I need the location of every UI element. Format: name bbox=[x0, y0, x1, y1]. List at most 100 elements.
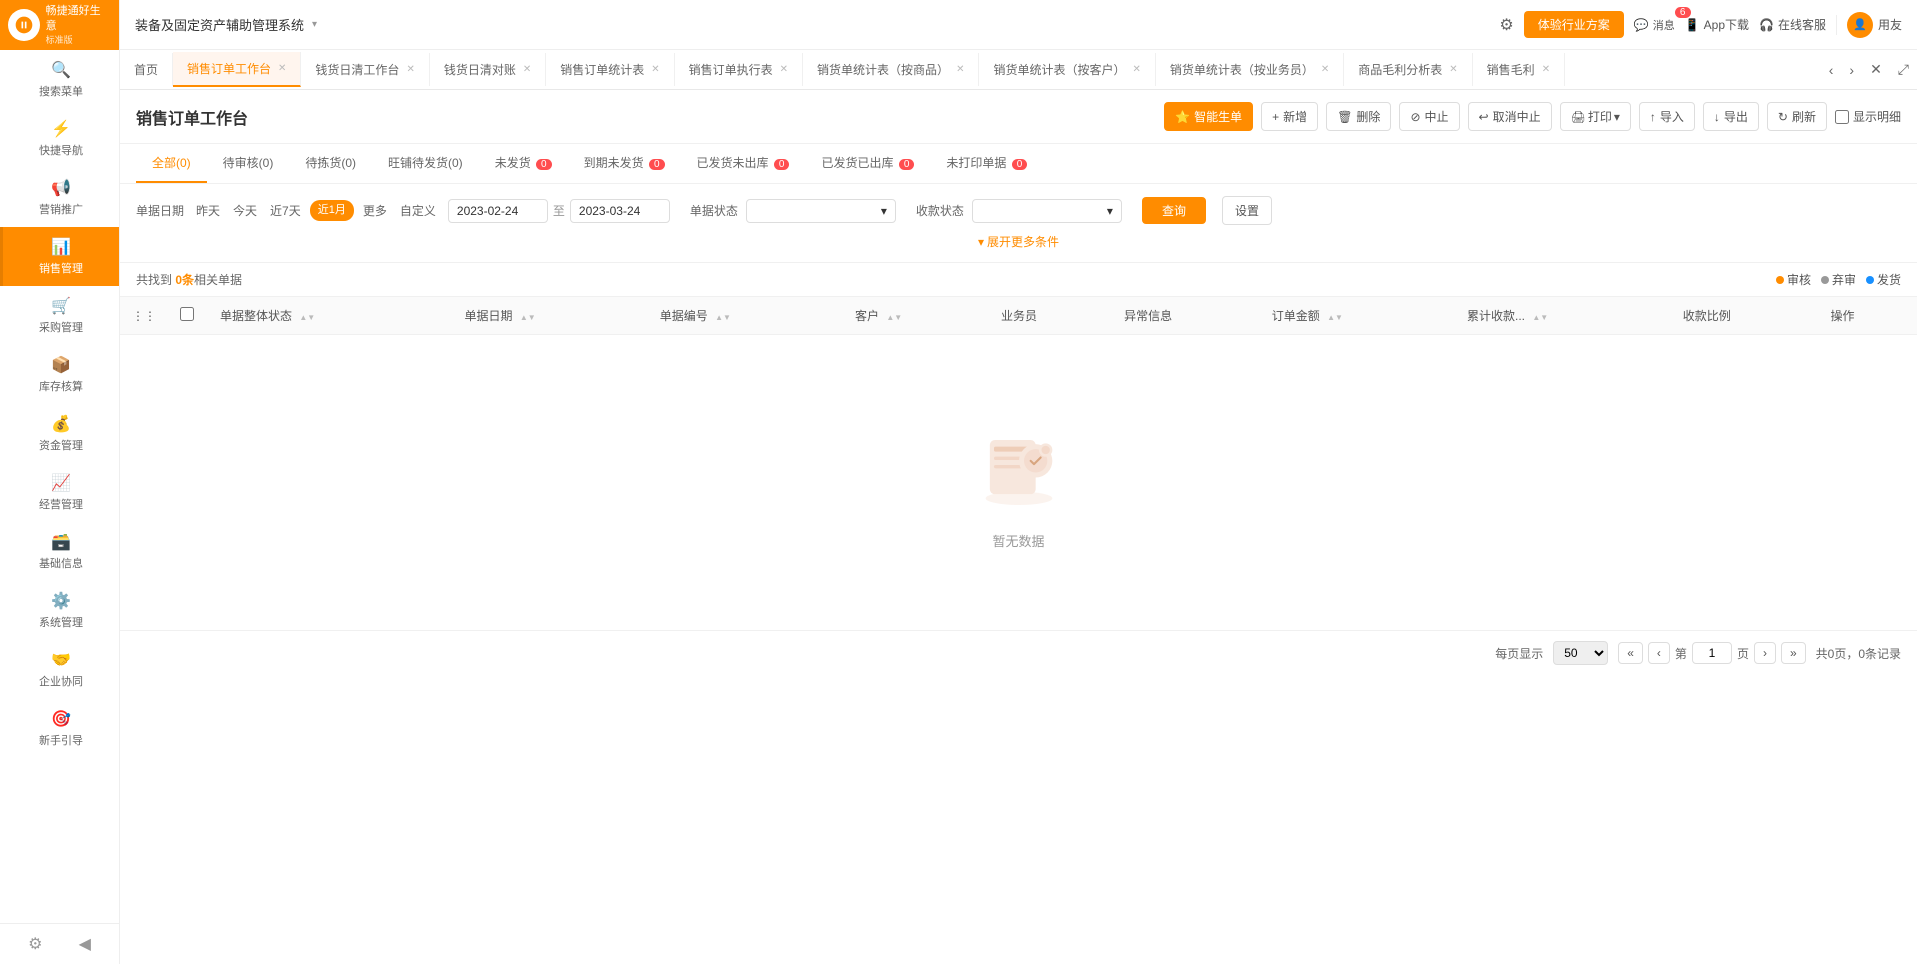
filter-tab-shipped-not-out[interactable]: 已发货未出库 0 bbox=[681, 144, 806, 183]
filter-pending-check-label: 待拣货(0) bbox=[305, 156, 356, 170]
expand-conditions-button[interactable]: ▾ 展开更多条件 bbox=[978, 233, 1059, 250]
tab-sales-by-customer[interactable]: 销货单统计表（按客户） ✕ bbox=[979, 53, 1155, 86]
tab-sales-exec[interactable]: 销售订单执行表 ✕ bbox=[675, 53, 803, 86]
app-download-button[interactable]: 📱 App下载 bbox=[1685, 16, 1749, 33]
tab-close-icon[interactable]: ✕ bbox=[1449, 64, 1457, 75]
prev-page-btn[interactable]: ‹ bbox=[1648, 642, 1670, 664]
tab-gross-profit[interactable]: 商品毛利分析表 ✕ bbox=[1344, 53, 1472, 86]
filter-tab-wangpu[interactable]: 旺铺待发货(0) bbox=[372, 144, 479, 183]
settings-button[interactable]: ⚙ bbox=[28, 934, 42, 954]
filter-tab-all[interactable]: 全部(0) bbox=[136, 144, 207, 183]
tab-close-icon[interactable]: ✕ bbox=[1132, 64, 1140, 75]
tab-close-icon[interactable]: ✕ bbox=[278, 63, 286, 74]
next-page-btn[interactable]: › bbox=[1754, 642, 1776, 664]
date-7days[interactable]: 近7天 bbox=[266, 200, 305, 221]
tab-cash-daily[interactable]: 钱货日清工作台 ✕ bbox=[301, 53, 429, 86]
add-button[interactable]: + 新增 bbox=[1261, 102, 1318, 131]
tab-close-all-btn[interactable]: ✕ bbox=[1862, 57, 1890, 82]
tab-close-icon[interactable]: ✕ bbox=[1542, 64, 1550, 75]
gear-button[interactable]: ⚙ bbox=[1499, 15, 1513, 35]
filter-tab-pending-review[interactable]: 待审核(0) bbox=[207, 144, 290, 183]
anti-review-action[interactable]: 弃审 bbox=[1821, 271, 1856, 288]
page-input[interactable] bbox=[1692, 642, 1732, 664]
query-button[interactable]: 查询 bbox=[1142, 197, 1206, 224]
tab-sales-workbench[interactable]: 销售订单工作台 ✕ bbox=[173, 52, 301, 87]
system-dropdown-arrow[interactable]: ▾ bbox=[312, 19, 317, 30]
industry-btn[interactable]: 体验行业方案 bbox=[1524, 11, 1624, 38]
page-size-select[interactable]: 50 100 200 bbox=[1553, 641, 1608, 665]
filter-tab-pending-check[interactable]: 待拣货(0) bbox=[289, 144, 372, 183]
filter-tab-not-shipped[interactable]: 未发货 0 bbox=[479, 144, 568, 183]
sort-number-icon[interactable]: ▲▼ bbox=[715, 313, 731, 322]
suspend-button[interactable]: ⊘ 中止 bbox=[1399, 102, 1459, 131]
sort-status-icon[interactable]: ▲▼ bbox=[299, 313, 315, 322]
tab-home[interactable]: 首页 bbox=[120, 53, 173, 86]
print-button[interactable]: 🖨 打印 ▾ bbox=[1560, 102, 1631, 131]
date-1month[interactable]: 近1月 bbox=[310, 200, 354, 221]
first-page-btn[interactable]: « bbox=[1618, 642, 1643, 664]
sidebar-item-sales[interactable]: 📊 销售管理 bbox=[0, 227, 119, 286]
sidebar-item-inventory[interactable]: 📦 库存核算 bbox=[0, 345, 119, 404]
sidebar-item-system[interactable]: ⚙️ 系统管理 bbox=[0, 581, 119, 640]
tab-close-icon[interactable]: ✕ bbox=[523, 64, 531, 75]
refresh-button[interactable]: ↻ 刷新 bbox=[1767, 102, 1827, 131]
sidebar-item-finance[interactable]: 💰 资金管理 bbox=[0, 404, 119, 463]
tab-close-icon[interactable]: ✕ bbox=[780, 64, 788, 75]
sidebar-item-quick-nav[interactable]: ⚡ 快捷导航 bbox=[0, 109, 119, 168]
tab-prev-btn[interactable]: ‹ bbox=[1821, 58, 1842, 82]
sort-amount-icon[interactable]: ▲▼ bbox=[1327, 313, 1343, 322]
tab-close-icon[interactable]: ✕ bbox=[406, 64, 414, 75]
select-all-checkbox[interactable] bbox=[180, 307, 194, 321]
sidebar-item-operations[interactable]: 📈 经营管理 bbox=[0, 463, 119, 522]
date-custom[interactable]: 自定义 bbox=[396, 200, 440, 221]
tab-sales-by-staff[interactable]: 销货单统计表（按业务员） ✕ bbox=[1156, 53, 1344, 86]
last-page-btn[interactable]: » bbox=[1781, 642, 1806, 664]
sidebar-item-marketing[interactable]: 📢 营销推广 bbox=[0, 168, 119, 227]
smart-create-button[interactable]: ⭐ 智能生单 bbox=[1164, 102, 1253, 131]
delete-button[interactable]: 🗑 删除 bbox=[1326, 102, 1391, 131]
tab-sales-margin[interactable]: 销售毛利 ✕ bbox=[1473, 53, 1565, 86]
date-yesterday[interactable]: 昨天 bbox=[192, 200, 224, 221]
sort-collected-icon[interactable]: ▲▼ bbox=[1532, 313, 1548, 322]
search-row-2: ▾ 展开更多条件 bbox=[136, 233, 1901, 250]
online-service-button[interactable]: 🎧 在线客服 bbox=[1759, 16, 1826, 33]
filter-tab-not-printed[interactable]: 未打印单据 0 bbox=[930, 144, 1043, 183]
sort-customer-icon[interactable]: ▲▼ bbox=[886, 313, 902, 322]
sidebar-item-enterprise[interactable]: 🤝 企业协同 bbox=[0, 640, 119, 699]
settings-button[interactable]: 设置 bbox=[1222, 196, 1272, 225]
tab-close-icon[interactable]: ✕ bbox=[956, 64, 964, 75]
filter-tab-shipped-out[interactable]: 已发货已出库 0 bbox=[805, 144, 930, 183]
sidebar-item-search[interactable]: 🔍 搜索菜单 bbox=[0, 50, 119, 109]
message-button[interactable]: 💬 消息 6 bbox=[1634, 17, 1675, 33]
status-select[interactable]: ▾ bbox=[746, 199, 896, 223]
review-action[interactable]: 审核 bbox=[1776, 271, 1811, 288]
export-button[interactable]: ↓ 导出 bbox=[1703, 102, 1759, 131]
date-today[interactable]: 今天 bbox=[229, 200, 261, 221]
date-from-input[interactable] bbox=[448, 199, 548, 223]
tab-sales-by-product[interactable]: 销货单统计表（按商品） ✕ bbox=[803, 53, 979, 86]
cancel-suspend-button[interactable]: ↩ 取消中止 bbox=[1468, 102, 1552, 131]
filter-tab-overdue[interactable]: 到期未发货 0 bbox=[568, 144, 681, 183]
sort-date-icon[interactable]: ▲▼ bbox=[520, 313, 536, 322]
tab-next-btn[interactable]: › bbox=[1841, 58, 1862, 82]
payment-select[interactable]: ▾ bbox=[972, 199, 1122, 223]
tab-close-icon[interactable]: ✕ bbox=[1321, 64, 1329, 75]
date-more[interactable]: 更多 bbox=[359, 200, 391, 221]
sidebar-bottom: ⚙ ◀ bbox=[0, 923, 119, 964]
collapse-button[interactable]: ◀ bbox=[79, 934, 91, 954]
tab-cash-reconcile[interactable]: 钱货日清对账 ✕ bbox=[430, 53, 546, 86]
operations-icon: 📈 bbox=[51, 473, 71, 493]
user-menu[interactable]: 👤 用友 bbox=[1847, 12, 1902, 38]
import-button[interactable]: ↑ 导入 bbox=[1639, 102, 1695, 131]
tab-expand-btn[interactable]: ⤢ bbox=[1890, 57, 1917, 82]
sidebar-item-newbie[interactable]: 🎯 新手引导 bbox=[0, 699, 119, 758]
tab-close-icon[interactable]: ✕ bbox=[651, 64, 659, 75]
print-dropdown-arrow[interactable]: ▾ bbox=[1614, 110, 1620, 124]
tab-sales-stats[interactable]: 销售订单统计表 ✕ bbox=[546, 53, 674, 86]
ship-action[interactable]: 发货 bbox=[1866, 271, 1901, 288]
sidebar-item-basic[interactable]: 🗃️ 基础信息 bbox=[0, 522, 119, 581]
sidebar-item-purchase[interactable]: 🛒 采购管理 bbox=[0, 286, 119, 345]
date-to-input[interactable] bbox=[570, 199, 670, 223]
workspace-title: 销售订单工作台 bbox=[136, 105, 248, 129]
show-detail-checkbox[interactable] bbox=[1835, 110, 1849, 124]
